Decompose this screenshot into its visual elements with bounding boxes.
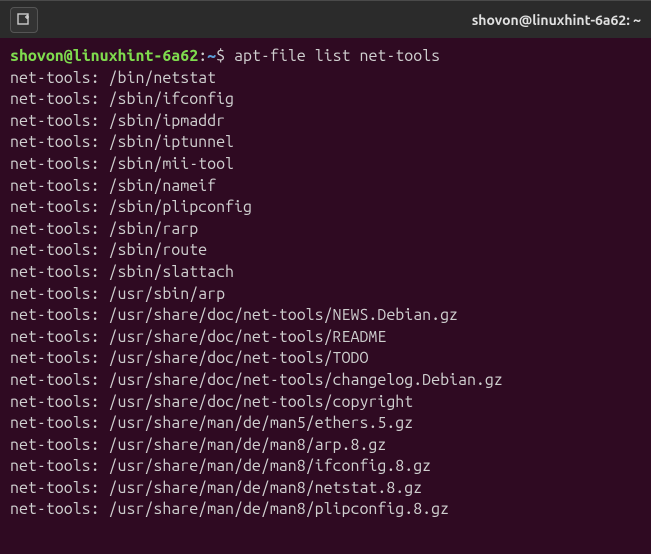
terminal-output[interactable]: shovon@linuxhint-6a62:~$ apt-file list n… [0, 38, 651, 554]
command-text: apt-file list net-tools [225, 46, 440, 68]
prompt-colon: : [198, 46, 207, 68]
titlebar[interactable]: shovon@linuxhint-6a62: ~ [0, 0, 651, 38]
output-line: net-tools: /sbin/nameif [10, 176, 641, 198]
output-line: net-tools: /usr/share/man/de/man8/ifconf… [10, 456, 641, 478]
output-line: net-tools: /sbin/plipconfig [10, 197, 641, 219]
prompt-host: linuxhint-6a62 [73, 46, 198, 68]
output-line: net-tools: /sbin/mii-tool [10, 154, 641, 176]
prompt-line: shovon@linuxhint-6a62:~$ apt-file list n… [10, 46, 641, 68]
prompt-symbol: $ [216, 46, 225, 68]
output-container: net-tools: /bin/netstatnet-tools: /sbin/… [10, 68, 641, 521]
terminal-window: shovon@linuxhint-6a62: ~ shovon@linuxhin… [0, 0, 651, 554]
output-line: net-tools: /bin/netstat [10, 68, 641, 90]
output-line: net-tools: /usr/share/man/de/man8/plipco… [10, 499, 641, 521]
prompt-cwd: ~ [207, 46, 216, 68]
output-line: net-tools: /usr/share/man/de/man8/arp.8.… [10, 435, 641, 457]
output-line: net-tools: /usr/share/man/de/man5/ethers… [10, 413, 641, 435]
prompt-user: shovon [10, 46, 64, 68]
output-line: net-tools: /sbin/slattach [10, 262, 641, 284]
output-line: net-tools: /usr/share/doc/net-tools/READ… [10, 327, 641, 349]
new-tab-icon [16, 12, 32, 28]
output-line: net-tools: /sbin/iptunnel [10, 132, 641, 154]
output-line: net-tools: /usr/share/doc/net-tools/NEWS… [10, 305, 641, 327]
output-line: net-tools: /sbin/ipmaddr [10, 111, 641, 133]
output-line: net-tools: /sbin/rarp [10, 219, 641, 241]
new-tab-button[interactable] [10, 7, 38, 33]
prompt-at: @ [64, 46, 73, 68]
output-line: net-tools: /usr/share/doc/net-tools/TODO [10, 348, 641, 370]
output-line: net-tools: /usr/share/doc/net-tools/chan… [10, 370, 641, 392]
output-line: net-tools: /sbin/ifconfig [10, 89, 641, 111]
window-title: shovon@linuxhint-6a62: ~ [472, 12, 641, 28]
titlebar-left [10, 7, 38, 33]
output-line: net-tools: /sbin/route [10, 240, 641, 262]
output-line: net-tools: /usr/share/man/de/man8/netsta… [10, 478, 641, 500]
output-line: net-tools: /usr/sbin/arp [10, 284, 641, 306]
output-line: net-tools: /usr/share/doc/net-tools/copy… [10, 392, 641, 414]
